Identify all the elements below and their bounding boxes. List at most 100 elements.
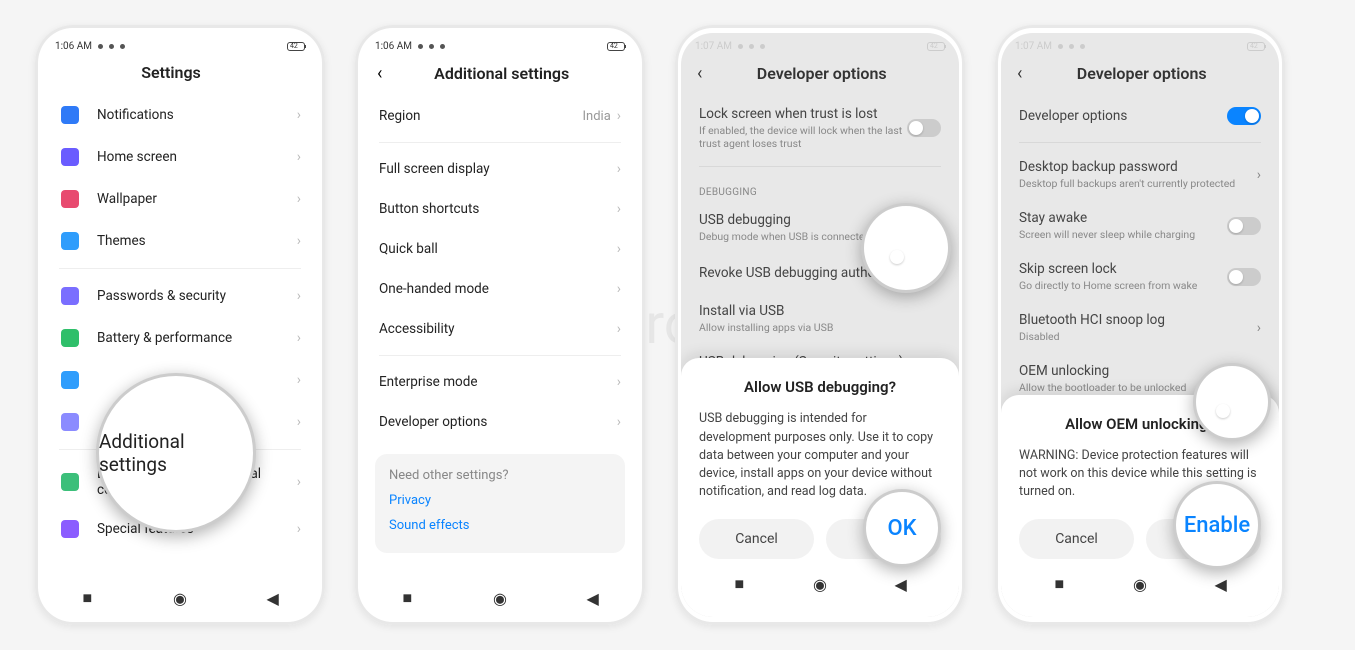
chevron-right-icon: › [617, 241, 621, 257]
nav-back[interactable]: ◀ [893, 576, 909, 592]
chevron-right-icon: › [617, 108, 621, 124]
row-icon [59, 230, 81, 252]
row-themes[interactable]: Themes› [41, 220, 319, 262]
row-button-shortcuts[interactable]: Button shortcuts› [361, 189, 639, 229]
ok-button[interactable]: OK [826, 519, 941, 559]
nav-back[interactable]: ◀ [1213, 576, 1229, 592]
divider [59, 449, 301, 450]
nav-back[interactable]: ◀ [265, 590, 281, 606]
phone-oem-unlocking: 1:07 AM 42 ‹ Developer options Developer… [995, 25, 1285, 625]
row-sublabel: Screen will never sleep while charging [1019, 228, 1227, 241]
nav-home[interactable]: ◉ [1132, 576, 1148, 592]
row-stay-awake[interactable]: Stay awake Screen will never sleep while… [1001, 200, 1279, 251]
row-label: Full screen display [379, 161, 617, 177]
row-sublabel: Allow installing apps via USB [699, 321, 941, 334]
row-label: Developer options [1019, 108, 1227, 124]
row-label: Wallpaper [97, 191, 297, 207]
row-one-handed-mode[interactable]: One-handed mode› [361, 269, 639, 309]
row-item[interactable]: › [41, 359, 319, 401]
back-button[interactable]: ‹ [1017, 63, 1022, 84]
row-label: Battery & performance [97, 330, 297, 346]
toggle-skip-screen-lock[interactable] [1227, 268, 1261, 286]
status-bar: 1:06 AM 42 [41, 33, 319, 55]
divider [699, 166, 941, 167]
row-usb-debugging[interactable]: USB debugging Debug mode when USB is con… [681, 202, 959, 253]
nav-bar: ■ ◉ ◀ [699, 567, 941, 603]
page-title: Developer options [716, 64, 927, 83]
nav-recents[interactable]: ■ [731, 576, 747, 592]
toggle-lock-screen-trust[interactable] [907, 119, 941, 137]
row-sublabel: Allow the bootloader to be unlocked [1019, 381, 1261, 394]
row-install-usb[interactable]: Install via USB Allow installing apps vi… [681, 293, 959, 344]
nav-recents[interactable]: ■ [399, 590, 415, 606]
row-digital-wellbeing-parental-controls[interactable]: Digital Wellbeing & parental controls› [41, 456, 319, 508]
nav-recents[interactable]: ■ [1051, 576, 1067, 592]
chevron-right-icon: › [297, 149, 301, 165]
row-icon [59, 188, 81, 210]
back-button[interactable]: ‹ [377, 63, 382, 84]
chevron-right-icon: › [617, 374, 621, 390]
header: ‹ Additional settings [361, 55, 639, 96]
row-full-screen-display[interactable]: Full screen display› [361, 149, 639, 189]
row-bluetooth-hci[interactable]: Bluetooth HCI snoop log Disabled › [1001, 302, 1279, 353]
row-desktop-backup[interactable]: Desktop backup password Desktop full bac… [1001, 149, 1279, 200]
row-accessibility[interactable]: Accessibility› [361, 309, 639, 349]
enable-button[interactable]: Enable [1146, 519, 1261, 559]
row-revoke-auth[interactable]: Revoke USB debugging authorizations › [681, 253, 959, 293]
row-wallpaper[interactable]: Wallpaper› [41, 178, 319, 220]
cancel-button[interactable]: Cancel [1019, 519, 1134, 559]
status-time: 1:07 AM [1015, 41, 1052, 52]
row-quick-ball[interactable]: Quick ball› [361, 229, 639, 269]
status-bar: 1:07 AM 42 [681, 33, 959, 55]
row-label: Quick ball [379, 241, 617, 257]
toggle-stay-awake[interactable] [1227, 217, 1261, 235]
row-notifications[interactable]: Notifications› [41, 94, 319, 136]
row-label: Special features [97, 521, 297, 537]
row-home-screen[interactable]: Home screen› [41, 136, 319, 178]
row-battery-performance[interactable]: Battery & performance› [41, 317, 319, 359]
phone-usb-debugging: 1:07 AM 42 ‹ Developer options Lock scre… [675, 25, 965, 625]
row-skip-screen-lock[interactable]: Skip screen lock Go directly to Home scr… [1001, 251, 1279, 302]
dialog-body: WARNING: Device protection features will… [1019, 447, 1261, 501]
row-developer-options[interactable]: Developer options› [361, 402, 639, 442]
row-region[interactable]: Region India › [361, 96, 639, 136]
header: ‹ Developer options [1001, 55, 1279, 96]
row-developer-options[interactable]: Developer options [1001, 96, 1279, 136]
status-bar: 1:07 AM 42 [1001, 33, 1279, 55]
nav-home[interactable]: ◉ [172, 590, 188, 606]
divider [379, 355, 621, 356]
chevron-right-icon: › [1257, 167, 1261, 183]
nav-home[interactable]: ◉ [812, 576, 828, 592]
status-bar: 1:06 AM 42 [361, 33, 639, 55]
row-label: Enterprise mode [379, 374, 617, 390]
row-value: India [583, 109, 611, 124]
chevron-right-icon: › [617, 321, 621, 337]
hint-link-sound[interactable]: Sound effects [389, 518, 611, 533]
nav-home[interactable]: ◉ [492, 590, 508, 606]
chevron-right-icon: › [297, 474, 301, 490]
row-icon [59, 411, 81, 433]
phone-additional-settings: 1:06 AM 42 ‹ Additional settings Region … [355, 25, 645, 625]
row-label: Skip screen lock [1019, 261, 1227, 277]
row-special-features[interactable]: Special features› [41, 508, 319, 550]
row-sublabel: Go directly to Home screen from wake [1019, 279, 1227, 292]
nav-recents[interactable]: ■ [79, 590, 95, 606]
row-enterprise-mode[interactable]: Enterprise mode› [361, 362, 639, 402]
hint-link-privacy[interactable]: Privacy [389, 493, 611, 508]
chevron-right-icon: › [617, 414, 621, 430]
row-lock-screen-trust[interactable]: Lock screen when trust is lost If enable… [681, 96, 959, 160]
chevron-right-icon: › [297, 288, 301, 304]
nav-back[interactable]: ◀ [585, 590, 601, 606]
back-button[interactable]: ‹ [697, 63, 702, 84]
chevron-right-icon: › [297, 107, 301, 123]
row-label: Lock screen when trust is lost [699, 106, 907, 122]
row-label: Region [379, 108, 583, 124]
chevron-right-icon: › [617, 281, 621, 297]
dialog-oem-unlocking: Allow OEM unlocking? WARNING: Device pro… [1001, 395, 1279, 617]
toggle-developer-options[interactable] [1227, 107, 1261, 125]
row-sublabel: Debug mode when USB is connected [699, 230, 941, 243]
row-item[interactable]: › [41, 401, 319, 443]
row-passwords-security[interactable]: Passwords & security› [41, 275, 319, 317]
cancel-button[interactable]: Cancel [699, 519, 814, 559]
status-time: 1:07 AM [695, 41, 732, 52]
